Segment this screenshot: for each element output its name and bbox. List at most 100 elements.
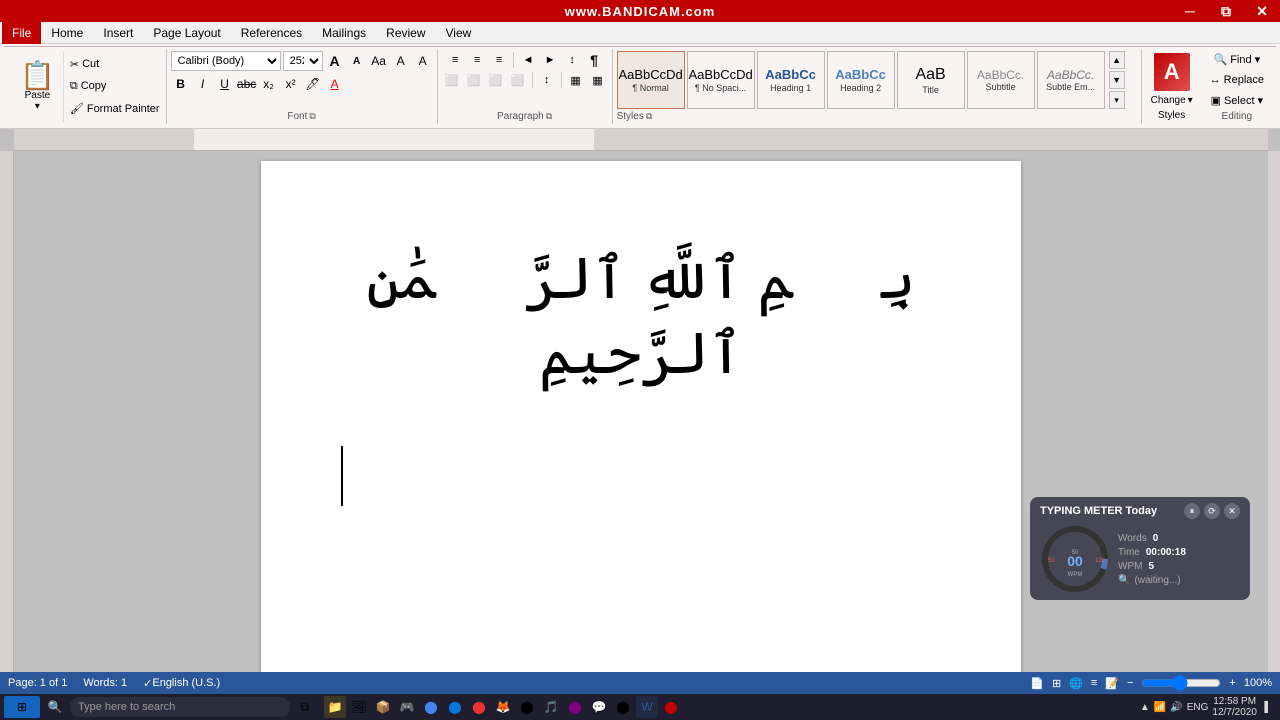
taskbar-app4[interactable]: ⬤	[516, 696, 538, 718]
zoom-in[interactable]: +	[1229, 677, 1235, 689]
view-fullscreen[interactable]: ⊞	[1052, 677, 1061, 690]
view-web[interactable]: 🌐	[1069, 677, 1083, 690]
paste-button[interactable]: 📋 Paste ▾	[12, 51, 64, 122]
bold-button[interactable]: B	[171, 74, 191, 94]
view-outline[interactable]: ≡	[1091, 677, 1097, 689]
style-normal[interactable]: AaBbCcDd ¶ Normal	[617, 51, 685, 109]
taskbar-app1[interactable]: 📦	[372, 696, 394, 718]
taskbar-explorer[interactable]: 📁	[324, 696, 346, 718]
menu-references[interactable]: References	[231, 22, 312, 44]
subscript-button[interactable]: x₂	[259, 74, 279, 94]
font-family-select[interactable]: Calibri (Body)	[171, 51, 281, 71]
style-subtle-emphasis[interactable]: AaBbCc. Subtle Em...	[1037, 51, 1105, 109]
minimize-icon[interactable]: ─	[1172, 0, 1208, 22]
bullets-button[interactable]: ≡	[445, 51, 465, 69]
menu-page-layout[interactable]: Page Layout	[143, 22, 230, 44]
taskbar-whatsapp[interactable]: 💬	[588, 696, 610, 718]
right-scrollbar[interactable]	[1268, 151, 1280, 672]
sort-button[interactable]: ↕	[562, 51, 582, 69]
menu-home[interactable]: Home	[41, 22, 93, 44]
zoom-out[interactable]: −	[1127, 677, 1133, 689]
meter-refresh-button[interactable]: ⟳	[1204, 503, 1220, 519]
search-taskbar-button[interactable]: 🔍	[44, 696, 66, 718]
taskbar-word[interactable]: W	[636, 696, 658, 718]
find-button[interactable]: 🔍 Find ▾	[1210, 51, 1265, 68]
tray-volume[interactable]: 🔊	[1170, 702, 1182, 713]
show-hide-button[interactable]: ¶	[584, 51, 604, 69]
menu-review[interactable]: Review	[376, 22, 435, 44]
tray-network[interactable]: 📶	[1154, 702, 1166, 713]
superscript-button[interactable]: x²	[281, 74, 301, 94]
copy-button[interactable]: ⧉ Copy	[68, 79, 162, 94]
taskbar-edge[interactable]: ⬤	[444, 696, 466, 718]
restore-icon[interactable]: ⧉	[1208, 0, 1244, 22]
select-button[interactable]: ▣ Select ▾	[1207, 92, 1268, 109]
replace-button[interactable]: ↔ Replace	[1206, 72, 1268, 88]
meter-controls[interactable]: ⏸ ⟳ ✕	[1184, 503, 1240, 519]
view-draft[interactable]: 📝	[1105, 677, 1119, 690]
start-button[interactable]: ⊞	[4, 696, 40, 718]
increase-indent-button[interactable]: ►	[540, 51, 560, 69]
align-right-button[interactable]: ⬜	[486, 71, 506, 89]
italic-button[interactable]: I	[193, 74, 213, 94]
font-grow-button[interactable]: A	[325, 51, 345, 71]
styles-scroll-down[interactable]: ▼	[1109, 71, 1125, 89]
borders-button[interactable]: ▦	[588, 71, 608, 89]
view-print[interactable]: 📄	[1030, 677, 1044, 690]
paragraph-expand-icon[interactable]: ⧉	[546, 111, 552, 122]
menu-mailings[interactable]: Mailings	[312, 22, 376, 44]
taskbar-photos[interactable]: 🖼	[348, 696, 370, 718]
strikethrough-button[interactable]: abc	[237, 74, 257, 94]
taskbar-app6[interactable]: ⬤	[612, 696, 634, 718]
meter-close-button[interactable]: ✕	[1224, 503, 1240, 519]
style-heading1[interactable]: AaBbCc Heading 1	[757, 51, 825, 109]
multilevel-button[interactable]: ≡	[489, 51, 509, 69]
change-case-button[interactable]: Aa	[369, 51, 389, 71]
taskbar-app7[interactable]: ⬤	[660, 696, 682, 718]
taskbar-app5[interactable]: ⬤	[564, 696, 586, 718]
change-styles-button[interactable]: Change ▾	[1151, 95, 1193, 106]
numbering-button[interactable]: ≡	[467, 51, 487, 69]
taskbar-chrome[interactable]: ⬤	[420, 696, 442, 718]
align-left-button[interactable]: ⬜	[442, 71, 462, 89]
taskbar-vlc[interactable]: 🎵	[540, 696, 562, 718]
taskbar-app3[interactable]: ⬤	[468, 696, 490, 718]
close-icon[interactable]: ✕	[1244, 0, 1280, 22]
font-expand-icon[interactable]: ⧉	[309, 111, 315, 122]
language-indicator[interactable]: English (U.S.)	[152, 677, 220, 689]
style-no-spacing[interactable]: AaBbCcDd ¶ No Spaci...	[687, 51, 755, 109]
menu-insert[interactable]: Insert	[93, 22, 143, 44]
styles-expand-icon[interactable]: ⧉	[646, 111, 652, 122]
zoom-slider[interactable]	[1141, 675, 1221, 691]
line-spacing-button[interactable]: ↕	[537, 71, 557, 89]
text-effects-button[interactable]: A	[413, 51, 433, 71]
menu-view[interactable]: View	[436, 22, 482, 44]
cut-button[interactable]: ✂ Cut	[68, 57, 162, 72]
highlight-button[interactable]: 🖊	[303, 74, 323, 94]
align-center-button[interactable]: ⬜	[464, 71, 484, 89]
show-desktop-button[interactable]: ▐	[1261, 702, 1268, 713]
underline-button[interactable]: U	[215, 74, 235, 94]
system-clock[interactable]: 12:58 PM 12/7/2020	[1212, 696, 1257, 718]
task-view-button[interactable]: ⧉	[294, 696, 316, 718]
style-title[interactable]: AaB Title	[897, 51, 965, 109]
styles-more[interactable]: ▾	[1109, 91, 1125, 109]
justify-button[interactable]: ⬜	[508, 71, 528, 89]
font-color-button[interactable]: A	[325, 74, 345, 94]
style-subtitle[interactable]: AaBbCc. Subtitle	[967, 51, 1035, 109]
tray-chevron[interactable]: ▲	[1140, 702, 1150, 713]
font-size-select[interactable]: 252	[283, 51, 323, 71]
shading-button[interactable]: ▦	[566, 71, 586, 89]
taskbar-firefox[interactable]: 🦊	[492, 696, 514, 718]
clear-format-button[interactable]: A	[391, 51, 411, 71]
taskbar-app2[interactable]: 🎮	[396, 696, 418, 718]
styles-scroll-up[interactable]: ▲	[1109, 51, 1125, 69]
style-heading2[interactable]: AaBbCc Heading 2	[827, 51, 895, 109]
tray-language[interactable]: ENG	[1187, 702, 1209, 713]
menu-file[interactable]: File	[2, 22, 41, 44]
font-shrink-button[interactable]: A	[347, 51, 367, 71]
decrease-indent-button[interactable]: ◄	[518, 51, 538, 69]
taskbar-search-bar[interactable]: Type here to search	[70, 697, 290, 717]
cursor-area[interactable]	[341, 432, 941, 506]
window-controls[interactable]: ─ ⧉ ✕	[1172, 0, 1280, 22]
